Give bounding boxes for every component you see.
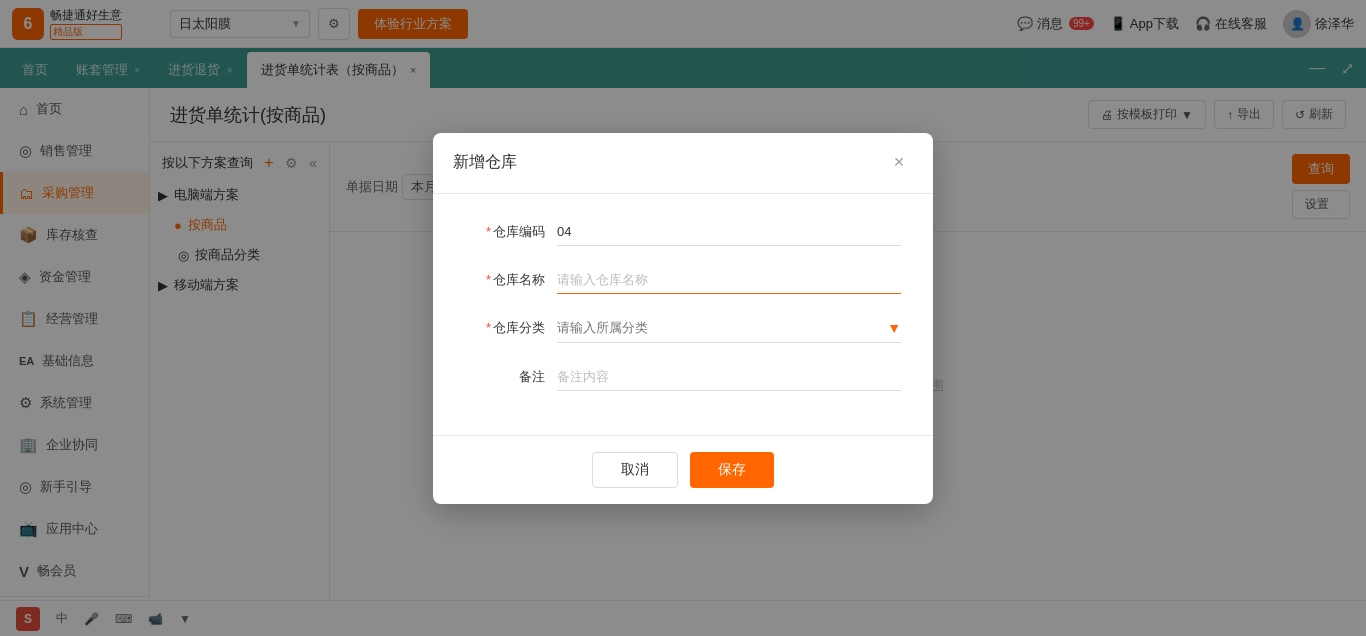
code-input[interactable] [557, 218, 901, 246]
modal-header: 新增仓库 × [433, 133, 933, 194]
modal-body: *仓库编码 *仓库名称 *仓库分类 ▼ [433, 194, 933, 435]
name-input[interactable] [557, 266, 901, 294]
form-row-note: 备注 [465, 363, 901, 391]
save-button[interactable]: 保存 [690, 452, 774, 488]
modal-footer: 取消 保存 [433, 435, 933, 504]
form-row-code: *仓库编码 [465, 218, 901, 246]
note-input[interactable] [557, 363, 901, 391]
cancel-button[interactable]: 取消 [592, 452, 678, 488]
modal-backdrop[interactable]: 新增仓库 × *仓库编码 *仓库名称 *仓库分类 [0, 0, 1366, 636]
note-label: 备注 [465, 368, 545, 386]
category-label: *仓库分类 [465, 319, 545, 337]
category-selector[interactable]: ▼ [557, 314, 901, 343]
category-arrow-icon: ▼ [887, 320, 901, 336]
modal-close-button[interactable]: × [885, 149, 913, 177]
form-row-name: *仓库名称 [465, 266, 901, 294]
form-row-category: *仓库分类 ▼ [465, 314, 901, 343]
category-input[interactable] [557, 320, 887, 335]
code-label: *仓库编码 [465, 223, 545, 241]
new-warehouse-modal: 新增仓库 × *仓库编码 *仓库名称 *仓库分类 [433, 133, 933, 504]
name-label: *仓库名称 [465, 271, 545, 289]
modal-title: 新增仓库 [453, 152, 517, 173]
